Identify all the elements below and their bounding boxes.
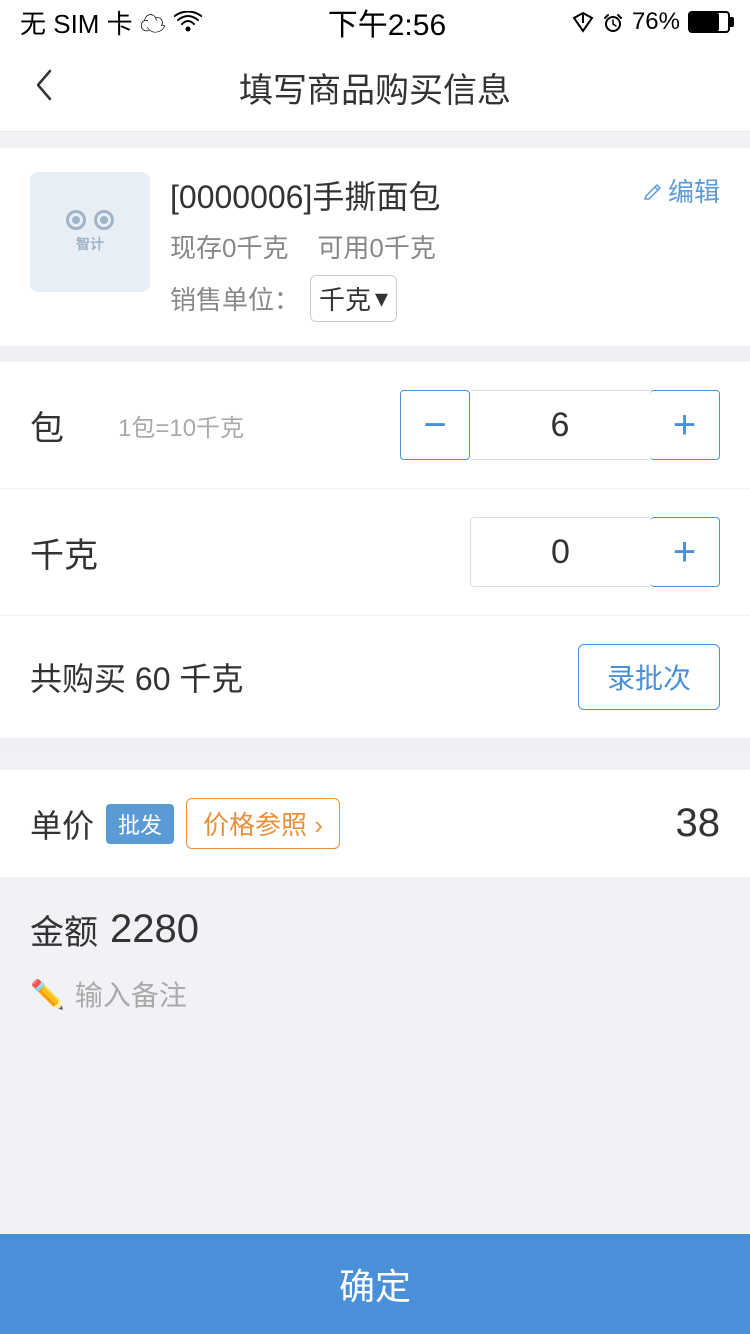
price-row: 单价 批发 价格参照 › 38 <box>30 798 720 849</box>
edit-label: 编辑 <box>668 172 720 209</box>
nav-bar: 填写商品购买信息 <box>0 44 750 132</box>
dropdown-arrow-icon: ▾ <box>375 283 388 314</box>
amount-label: 金额 <box>30 905 98 954</box>
bag-label: 包 <box>30 401 110 450</box>
price-section: 单价 批发 价格参照 › 38 <box>0 770 750 877</box>
price-ref-button[interactable]: 价格参照 › <box>186 798 340 849</box>
status-time: 下午2:56 <box>328 0 446 44</box>
price-value: 38 <box>676 801 721 846</box>
edit-button[interactable]: 编辑 <box>642 172 720 209</box>
product-info: [0000006]手撕面包 编辑 现存0千克 可用0千克 销售单位： 千克 ▾ <box>170 172 720 322</box>
status-right: 76% <box>572 8 730 36</box>
batch-button[interactable]: 录批次 <box>578 644 720 710</box>
product-card: 智计 [0000006]手撕面包 编辑 现存0千克 可用0千克 销售单位： 千克… <box>0 148 750 346</box>
wifi-icon <box>174 11 202 33</box>
edit-icon <box>642 180 664 202</box>
battery-percent: 76% <box>632 8 680 36</box>
sim-label: 无 SIM 卡 ☁ <box>20 4 166 41</box>
battery-icon <box>688 11 730 33</box>
bottom-spacer <box>0 1030 750 1170</box>
bag-minus-button[interactable]: − <box>400 390 470 460</box>
bag-sublabel: 1包=10千克 <box>118 408 244 443</box>
divider-2 <box>0 738 750 754</box>
bag-controls: − + <box>400 390 720 460</box>
kg-label: 千克 <box>30 528 110 577</box>
bag-plus-button[interactable]: + <box>650 390 720 460</box>
product-logo: 智计 <box>66 210 114 254</box>
price-badge: 批发 <box>106 804 174 844</box>
note-placeholder: 输入备注 <box>75 974 187 1014</box>
status-left: 无 SIM 卡 ☁ <box>20 4 202 41</box>
page-title: 填写商品购买信息 <box>239 63 511 112</box>
back-button[interactable] <box>30 63 58 113</box>
amount-row: 金额 2280 <box>30 905 720 954</box>
bottom-area: 确定 <box>0 1214 750 1334</box>
product-image: 智计 <box>30 172 150 292</box>
stock-text: 现存0千克 <box>170 233 288 263</box>
confirm-button[interactable]: 确定 <box>0 1234 750 1334</box>
bag-quantity-input[interactable] <box>470 390 650 460</box>
price-label: 单价 <box>30 801 94 847</box>
location-icon <box>572 11 594 33</box>
available-text: 可用0千克 <box>317 233 435 263</box>
price-ref-label: 价格参照 › <box>203 805 323 842</box>
amount-value: 2280 <box>110 907 199 952</box>
pencil-icon: ✏️ <box>30 978 65 1011</box>
product-name: [0000006]手撕面包 <box>170 172 440 218</box>
kg-controls: + <box>470 517 720 587</box>
total-label: 共购买 60 千克 <box>30 654 243 700</box>
amount-section: 金额 2280 ✏️ 输入备注 <box>0 877 750 1030</box>
kg-input-row: 千克 + <box>0 489 750 616</box>
product-unit-row: 销售单位： 千克 ▾ <box>170 275 720 322</box>
divider-1 <box>0 346 750 362</box>
unit-label: 销售单位： <box>170 280 300 317</box>
total-row: 共购买 60 千克 录批次 <box>0 616 750 738</box>
input-section: 包 1包=10千克 − + 千克 + 共购买 60 千克 录批次 <box>0 362 750 738</box>
status-bar: 无 SIM 卡 ☁ 下午2:56 76% <box>0 0 750 44</box>
product-stock: 现存0千克 可用0千克 <box>170 228 720 265</box>
note-row[interactable]: ✏️ 输入备注 <box>30 974 720 1014</box>
kg-plus-button[interactable]: + <box>650 517 720 587</box>
unit-value: 千克 <box>319 280 371 317</box>
unit-dropdown[interactable]: 千克 ▾ <box>310 275 397 322</box>
kg-quantity-input[interactable] <box>470 517 650 587</box>
alarm-icon <box>602 11 624 33</box>
bag-input-row: 包 1包=10千克 − + <box>0 362 750 489</box>
